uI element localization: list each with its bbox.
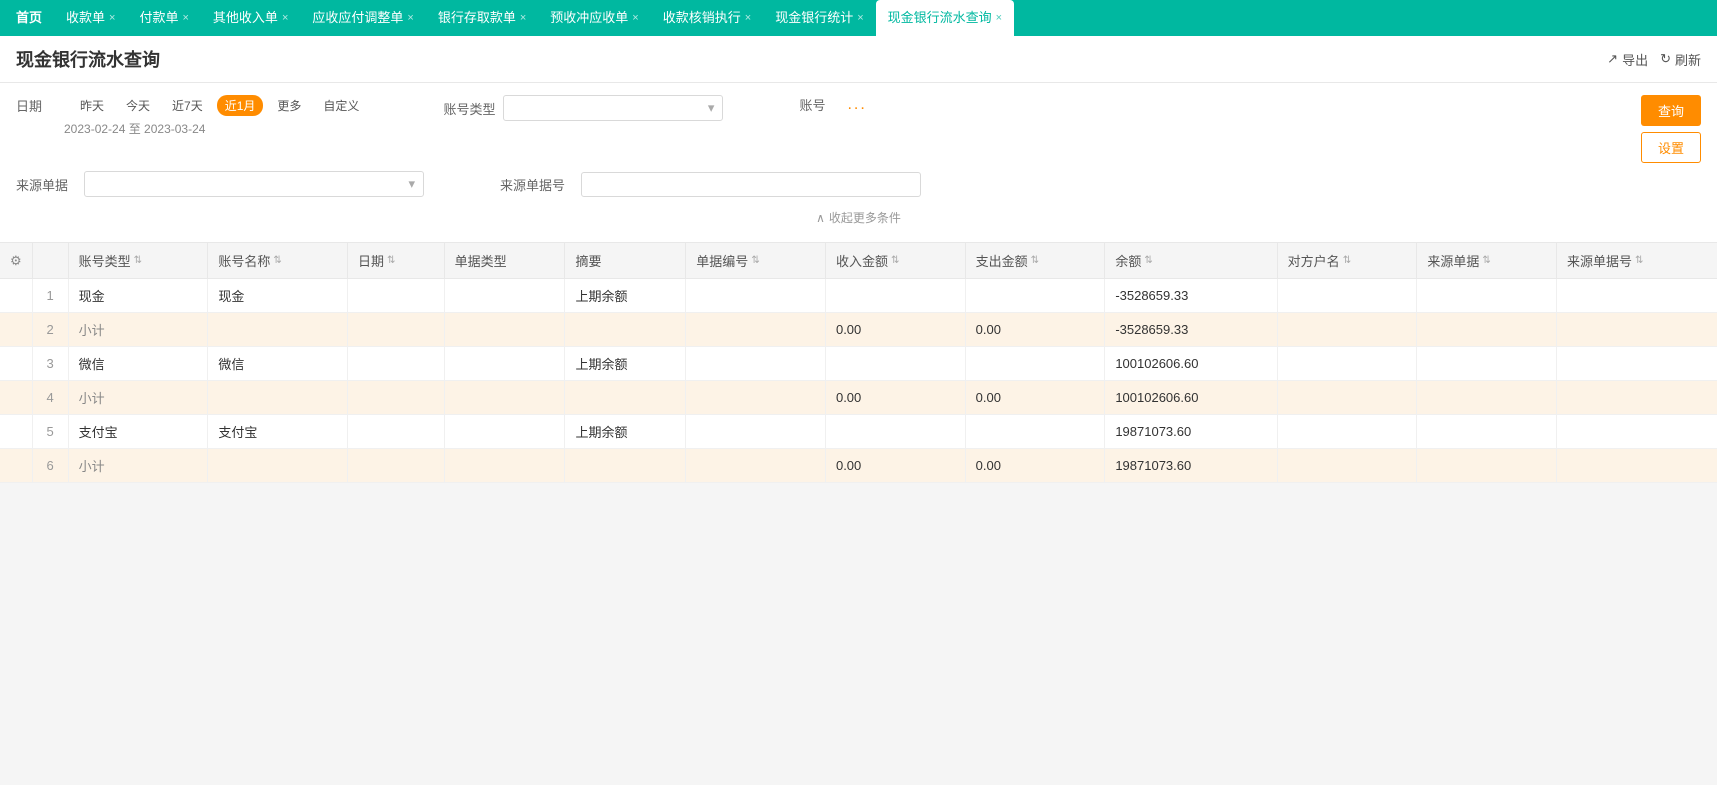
refresh-icon: ↻ [1660,51,1671,67]
close-cash-stat-icon[interactable]: × [857,0,863,36]
filter-area: 日期 昨天 今天 近7天 近1月 更多 自定义 2023-02-24 至 202… [0,83,1717,243]
close-other-income-icon[interactable]: × [282,0,288,36]
data-table: ⚙ 账号类型⇅ 账号名称⇅ 日期⇅ 单据类型 摘要 单据编号⇅ 收入金 [0,243,1717,483]
date-today[interactable]: 今天 [118,95,158,116]
header-actions: ↗ 导出 ↻ 刷新 [1607,50,1701,69]
sort-income-icon: ⇅ [891,255,899,266]
data-table-container: ⚙ 账号类型⇅ 账号名称⇅ 日期⇅ 单据类型 摘要 单据编号⇅ 收入金 [0,243,1717,483]
collapse-up-icon: ∧ [816,211,825,225]
page-title: 现金银行流水查询 [16,46,160,72]
date-options: 昨天 今天 近7天 近1月 更多 自定义 [72,95,367,116]
sort-date-icon: ⇅ [387,255,395,266]
collapse-filters-button[interactable]: ∧ 收起更多条件 [16,205,1701,230]
sort-source-doc-no-icon: ⇅ [1635,255,1643,266]
col-date[interactable]: 日期⇅ [348,243,445,279]
sort-account-name-icon: ⇅ [273,255,281,266]
col-summary: 摘要 [565,243,686,279]
account-type-select[interactable]: ▾ [503,95,723,121]
col-source-doc-no[interactable]: 来源单据号⇅ [1557,243,1717,279]
account-type-chevron-icon: ▾ [708,100,715,116]
account-more-dots[interactable]: ... [847,96,866,114]
table-row: 1现金现金上期余额-3528659.33 [0,279,1717,313]
nav-advance-offset[interactable]: 预收冲应收单 × [538,0,650,36]
sort-counterpart-icon: ⇅ [1343,255,1351,266]
sort-doc-no-icon: ⇅ [751,255,759,266]
col-gear: ⚙ [0,243,32,279]
refresh-button[interactable]: ↻ 刷新 [1660,50,1701,69]
table-body: 1现金现金上期余额-3528659.332小计0.000.00-3528659.… [0,279,1717,483]
nav-cash-stat[interactable]: 现金银行统计 × [763,0,875,36]
table-row: 5支付宝支付宝上期余额19871073.60 [0,415,1717,449]
table-row: 3微信微信上期余额100102606.60 [0,347,1717,381]
sort-source-doc-icon: ⇅ [1482,255,1490,266]
col-expense[interactable]: 支出金额⇅ [965,243,1105,279]
nav-cash-flow[interactable]: 现金银行流水查询 × [876,0,1014,36]
nav-other-income[interactable]: 其他收入单 × [201,0,300,36]
source-doc-label: 来源单据 [16,175,68,194]
close-writeoff-icon[interactable]: × [745,0,751,36]
export-icon: ↗ [1607,51,1618,67]
page-header: 现金银行流水查询 ↗ 导出 ↻ 刷新 [0,36,1717,83]
date-custom[interactable]: 自定义 [315,95,367,116]
settings-button[interactable]: 设置 [1641,132,1701,163]
sort-balance-icon: ⇅ [1144,255,1152,266]
col-source-doc[interactable]: 来源单据⇅ [1417,243,1557,279]
close-advance-icon[interactable]: × [632,0,638,36]
close-cash-flow-icon[interactable]: × [996,0,1002,36]
top-navigation: 首页 收款单 × 付款单 × 其他收入单 × 应收应付调整单 × 银行存取款单 … [0,0,1717,36]
close-payment-icon[interactable]: × [182,0,188,36]
nav-ar-ap-adjust[interactable]: 应收应付调整单 × [300,0,425,36]
col-doc-no[interactable]: 单据编号⇅ [686,243,826,279]
col-doc-type: 单据类型 [444,243,565,279]
col-account-name[interactable]: 账号名称⇅ [208,243,348,279]
close-ar-ap-icon[interactable]: × [407,0,413,36]
nav-payment[interactable]: 付款单 × [127,0,200,36]
date-7days[interactable]: 近7天 [164,95,211,116]
account-label: 账号 [799,95,839,114]
export-button[interactable]: ↗ 导出 [1607,50,1648,69]
col-account-type[interactable]: 账号类型⇅ [68,243,208,279]
sort-account-type-icon: ⇅ [134,255,142,266]
col-counterpart[interactable]: 对方户名⇅ [1277,243,1417,279]
account-type-label: 账号类型 [443,99,495,118]
source-doc-select[interactable]: ▾ [84,171,424,197]
table-row: 2小计0.000.00-3528659.33 [0,313,1717,347]
close-receipt-icon[interactable]: × [109,0,115,36]
col-balance[interactable]: 余额⇅ [1105,243,1277,279]
table-row: 4小计0.000.00100102606.60 [0,381,1717,415]
nav-receipt[interactable]: 收款单 × [54,0,127,36]
table-row: 6小计0.000.0019871073.60 [0,449,1717,483]
table-settings-icon[interactable]: ⚙ [10,253,22,268]
query-button[interactable]: 查询 [1641,95,1701,126]
nav-home[interactable]: 首页 [4,0,54,36]
date-label: 日期 [16,96,56,115]
source-doc-no-label: 来源单据号 [500,175,565,194]
table-header-row: ⚙ 账号类型⇅ 账号名称⇅ 日期⇅ 单据类型 摘要 单据编号⇅ 收入金 [0,243,1717,279]
nav-writeoff[interactable]: 收款核销执行 × [651,0,763,36]
col-income[interactable]: 收入金额⇅ [825,243,965,279]
source-doc-no-input[interactable] [581,172,921,197]
sort-expense-icon: ⇅ [1031,255,1039,266]
close-bank-deposit-icon[interactable]: × [520,0,526,36]
source-doc-chevron-icon: ▾ [408,176,415,192]
date-range-display: 2023-02-24 至 2023-03-24 [64,122,205,136]
date-yesterday[interactable]: 昨天 [72,95,112,116]
date-more[interactable]: 更多 [269,95,309,116]
date-1month[interactable]: 近1月 [217,95,264,116]
nav-bank-deposit[interactable]: 银行存取款单 × [426,0,538,36]
col-num [32,243,68,279]
